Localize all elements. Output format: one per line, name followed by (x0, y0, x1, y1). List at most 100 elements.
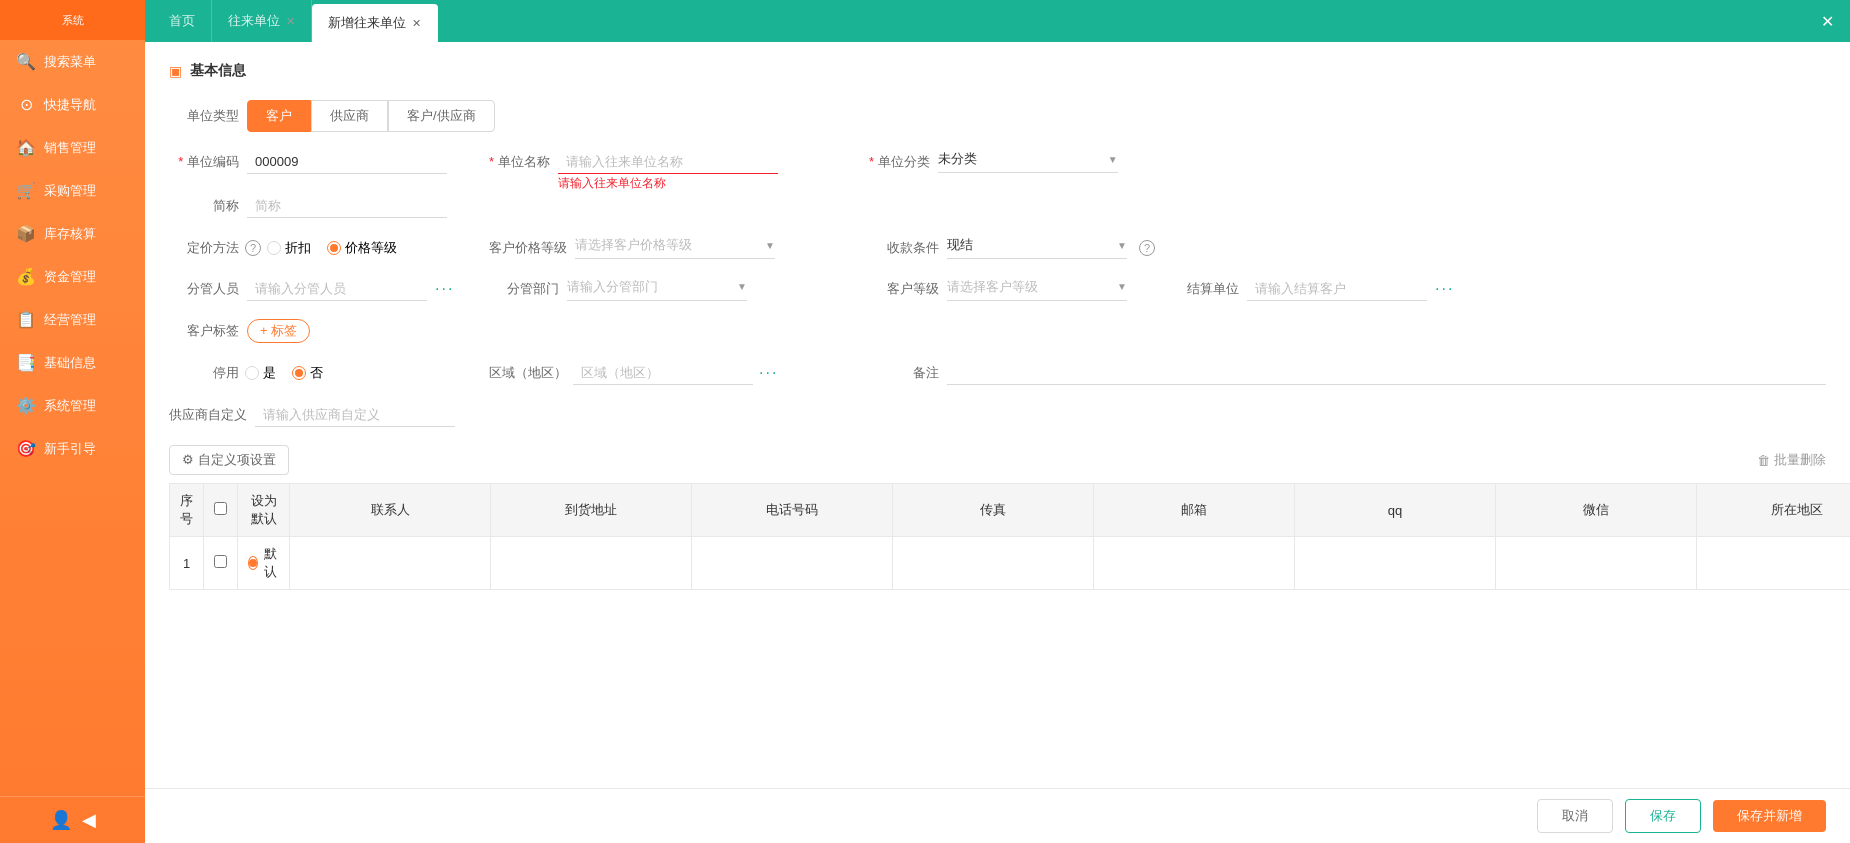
notes-input[interactable] (947, 361, 1826, 385)
disabled-group: 停用 是 否 (169, 364, 489, 382)
custom-settings-button[interactable]: ⚙ 自定义项设置 (169, 445, 289, 475)
col-check (204, 484, 238, 537)
disabled-radio-group: 是 否 (245, 364, 323, 382)
sidebar-item-basic-info[interactable]: 📑 基础信息 (0, 341, 145, 384)
sales-icon: 🏠 (16, 138, 36, 157)
sidebar-item-purchase[interactable]: 🛒 采购管理 (0, 169, 145, 212)
pricing-level-radio[interactable] (327, 241, 341, 255)
unit-category-select[interactable]: 未分类 ▼ (938, 150, 1118, 173)
table-header: 序号 设为默认 联系人 到货地址 电话号码 传真 邮箱 qq 微信 所在地区 操… (170, 484, 1851, 537)
qq-input[interactable] (1305, 551, 1485, 575)
notes-group: 备注 (869, 361, 1826, 385)
sidebar-item-quick-nav[interactable]: ⊙ 快捷导航 (0, 83, 145, 126)
disabled-yes-option[interactable]: 是 (245, 364, 276, 382)
cancel-button[interactable]: 取消 (1537, 799, 1613, 833)
tab-partners[interactable]: 往来单位 ✕ (212, 0, 312, 42)
tab-new-partner-close[interactable]: ✕ (412, 17, 421, 30)
default-radio-circle[interactable] (248, 556, 258, 570)
pricing-level-option[interactable]: 价格等级 (327, 239, 397, 257)
contact-input[interactable] (300, 551, 480, 575)
row-phone (692, 537, 893, 590)
customer-level-select[interactable]: 请选择客户等级 ▼ (947, 278, 1127, 301)
short-name-label: 简称 (169, 197, 239, 215)
row-address (491, 537, 692, 590)
manager-group: 分管人员 ··· (169, 277, 489, 301)
disabled-region-notes-row: 停用 是 否 区域（地区） ··· 备注 (169, 361, 1826, 385)
settlement-unit-more-btn[interactable]: ··· (1435, 280, 1454, 298)
manager-more-btn[interactable]: ··· (435, 280, 454, 298)
finance-icon: 💰 (16, 267, 36, 286)
customer-price-level-placeholder: 请选择客户价格等级 (575, 236, 692, 254)
notes-label: 备注 (869, 364, 939, 382)
customer-price-level-select[interactable]: 请选择客户价格等级 ▼ (575, 236, 775, 259)
unit-type-supplier-btn[interactable]: 供应商 (311, 100, 388, 132)
row-seq: 1 (170, 537, 204, 590)
payment-terms-select[interactable]: 现结 ▼ (947, 236, 1127, 259)
department-placeholder: 请输入分管部门 (567, 278, 658, 296)
sidebar-item-operations[interactable]: 📋 经营管理 (0, 298, 145, 341)
row-checkbox[interactable] (214, 555, 227, 568)
select-all-checkbox[interactable] (214, 502, 227, 515)
department-select[interactable]: 请输入分管部门 ▼ (567, 278, 747, 301)
sidebar-item-inventory[interactable]: 📦 库存核算 (0, 212, 145, 255)
address-input[interactable] (501, 551, 681, 575)
row-default: 默认 (238, 537, 290, 590)
code-name-category-row: 单位编码 单位名称 请输入往来单位名称 单位分类 未分类 ▼ (169, 150, 1826, 174)
department-group: 分管部门 请输入分管部门 ▼ (489, 278, 869, 301)
payment-terms-value: 现结 (947, 236, 973, 254)
pricing-discount-label: 折扣 (285, 239, 311, 257)
system-icon: ⚙️ (16, 396, 36, 415)
sidebar-item-guide[interactable]: 🎯 新手引导 (0, 427, 145, 470)
batch-delete-label: 批量删除 (1774, 451, 1826, 469)
wechat-input[interactable] (1506, 551, 1686, 575)
sidebar: 系统 🔍 搜索菜单 ⊙ 快捷导航 🏠 销售管理 🛒 采购管理 📦 库存核算 💰 … (0, 0, 145, 843)
region-more-btn[interactable]: ··· (759, 364, 778, 382)
disabled-yes-radio[interactable] (245, 366, 259, 380)
payment-terms-label: 收款条件 (869, 239, 939, 257)
settlement-unit-input[interactable] (1247, 277, 1427, 301)
sidebar-item-system[interactable]: ⚙️ 系统管理 (0, 384, 145, 427)
close-all-tabs-button[interactable]: ✕ (1813, 12, 1842, 31)
expand-icon[interactable]: ◀ (82, 809, 96, 831)
unit-code-label: 单位编码 (169, 153, 239, 171)
add-tag-button[interactable]: + 标签 (247, 319, 310, 343)
sidebar-item-sales[interactable]: 🏠 销售管理 (0, 126, 145, 169)
unit-code-input[interactable] (247, 150, 447, 174)
row-default-radio[interactable]: 默认 (248, 545, 279, 581)
sidebar-item-search[interactable]: 🔍 搜索菜单 (0, 40, 145, 83)
tab-partners-close[interactable]: ✕ (286, 15, 295, 28)
supplier-custom-input[interactable] (255, 403, 455, 427)
unit-name-input[interactable] (558, 150, 778, 174)
tab-new-partner[interactable]: 新增往来单位 ✕ (312, 4, 438, 42)
disabled-no-option[interactable]: 否 (292, 364, 323, 382)
save-and-new-button[interactable]: 保存并新增 (1713, 800, 1826, 832)
unit-type-group: 单位类型 客户 供应商 客户/供应商 (169, 100, 1826, 132)
tab-home[interactable]: 首页 (153, 0, 212, 42)
region-table-input[interactable] (1707, 551, 1850, 575)
home-icon: ⊙ (16, 95, 36, 114)
short-name-row: 简称 (169, 194, 1826, 218)
batch-delete-button[interactable]: 🗑 批量删除 (1757, 451, 1826, 469)
pricing-help-icon[interactable]: ? (245, 240, 261, 256)
sidebar-item-label: 销售管理 (44, 139, 96, 157)
main-content: 首页 往来单位 ✕ 新增往来单位 ✕ ✕ ▣ 基本信息 单位类型 客户 供应商 (145, 0, 1850, 843)
region-input[interactable] (573, 361, 753, 385)
short-name-input[interactable] (247, 194, 447, 218)
unit-type-both-btn[interactable]: 客户/供应商 (388, 100, 495, 132)
payment-terms-arrow: ▼ (1117, 240, 1127, 251)
phone-input[interactable] (702, 551, 882, 575)
manager-input[interactable] (247, 277, 427, 301)
payment-terms-help-icon[interactable]: ? (1139, 240, 1155, 256)
sidebar-item-finance[interactable]: 💰 资金管理 (0, 255, 145, 298)
pricing-discount-option[interactable]: 折扣 (267, 239, 311, 257)
tab-home-label: 首页 (169, 12, 195, 30)
user-icon[interactable]: 👤 (50, 809, 72, 831)
save-button[interactable]: 保存 (1625, 799, 1701, 833)
email-input[interactable] (1104, 551, 1284, 575)
disabled-no-radio[interactable] (292, 366, 306, 380)
department-label: 分管部门 (489, 280, 559, 298)
pricing-discount-radio[interactable] (267, 241, 281, 255)
unit-type-customer-btn[interactable]: 客户 (247, 100, 311, 132)
col-phone: 电话号码 (692, 484, 893, 537)
fax-input[interactable] (903, 551, 1083, 575)
